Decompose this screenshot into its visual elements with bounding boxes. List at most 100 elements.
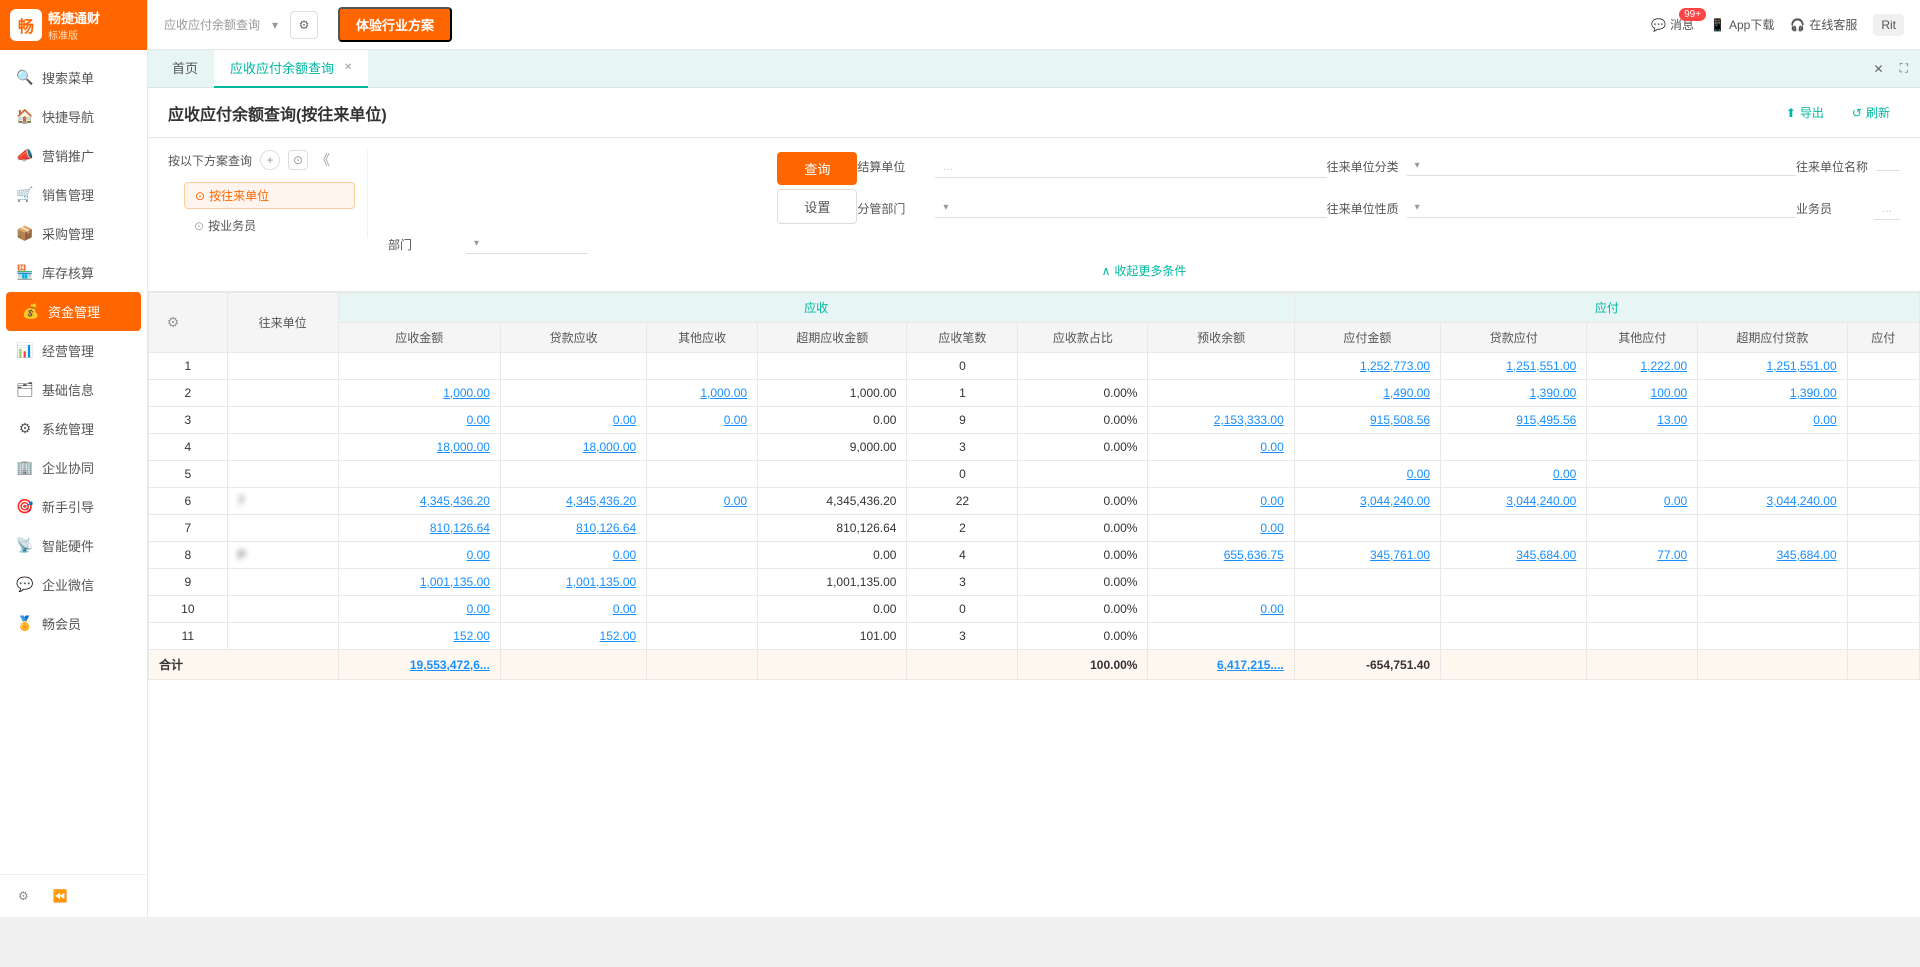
row-data-cell[interactable]: 1,390.00 bbox=[1698, 380, 1847, 407]
row-data-cell[interactable] bbox=[1441, 596, 1587, 623]
row-data-cell[interactable] bbox=[1441, 569, 1587, 596]
row-data-cell[interactable]: 152.00 bbox=[500, 623, 646, 650]
row-data-cell[interactable] bbox=[500, 461, 646, 488]
row-data-cell[interactable]: 1,251,551.00 bbox=[1441, 353, 1587, 380]
tab-balance-query[interactable]: 应收应付余额查询 ✕ bbox=[214, 50, 368, 88]
user-menu-btn[interactable]: Rit bbox=[1873, 14, 1904, 36]
sidebar-item-capital[interactable]: 💰 资金管理 bbox=[6, 292, 141, 331]
settlement-unit-input[interactable]: ... bbox=[935, 155, 1326, 178]
row-data-cell[interactable]: 1,222.00 bbox=[1587, 353, 1698, 380]
row-data-cell[interactable] bbox=[647, 596, 758, 623]
dept2-input[interactable]: ▾ bbox=[466, 234, 588, 254]
row-data-cell[interactable]: 0.00 bbox=[1698, 407, 1847, 434]
row-data-cell[interactable]: 345,684.00 bbox=[1441, 542, 1587, 569]
row-data-cell[interactable] bbox=[647, 623, 758, 650]
export-btn[interactable]: ⬆ 导出 bbox=[1776, 100, 1834, 125]
row-data-cell[interactable]: 915,508.56 bbox=[1294, 407, 1440, 434]
messages-btn[interactable]: 💬 消息 99+ bbox=[1651, 16, 1694, 33]
sidebar-item-sales[interactable]: 🛒 销售管理 bbox=[0, 175, 147, 214]
sidebar-item-enterprise[interactable]: 🏢 企业协同 bbox=[0, 448, 147, 487]
footer-prepay-balance[interactable]: 6,417,215.... bbox=[1148, 650, 1294, 680]
row-data-cell[interactable] bbox=[338, 353, 500, 380]
header-gear-btn[interactable]: ⚙ bbox=[290, 11, 318, 39]
salesman-input[interactable]: ... bbox=[1874, 197, 1900, 220]
sidebar-item-operation[interactable]: 📊 经营管理 bbox=[0, 331, 147, 370]
row-data-cell[interactable] bbox=[647, 461, 758, 488]
row-data-cell[interactable]: 1,000.00 bbox=[647, 380, 758, 407]
row-data-cell[interactable]: 0.00 bbox=[1148, 488, 1294, 515]
filter-setting-btn[interactable]: ⊙ bbox=[288, 150, 308, 170]
row-data-cell[interactable] bbox=[1698, 515, 1847, 542]
row-data-cell[interactable]: 3,044,240.00 bbox=[1441, 488, 1587, 515]
row-data-cell[interactable] bbox=[1294, 569, 1440, 596]
row-data-cell[interactable]: 0.00 bbox=[1148, 515, 1294, 542]
row-data-cell[interactable]: 4,345,436.20 bbox=[338, 488, 500, 515]
row-data-cell[interactable] bbox=[1587, 461, 1698, 488]
row-data-cell[interactable]: 0.00 bbox=[338, 407, 500, 434]
dept-input[interactable]: ▾ bbox=[935, 198, 1326, 218]
row-data-cell[interactable]: 1,252,773.00 bbox=[1294, 353, 1440, 380]
sidebar-item-wechat[interactable]: 💬 企业微信 bbox=[0, 565, 147, 604]
tab-home[interactable]: 首页 bbox=[156, 50, 214, 88]
row-data-cell[interactable]: 345,684.00 bbox=[1698, 542, 1847, 569]
row-data-cell[interactable] bbox=[1698, 596, 1847, 623]
row-data-cell[interactable] bbox=[1148, 623, 1294, 650]
promo-button[interactable]: 体验行业方案 bbox=[338, 7, 452, 42]
sidebar-collapse-btn[interactable]: ⏪ bbox=[45, 885, 76, 907]
row-data-cell[interactable]: 655,636.75 bbox=[1148, 542, 1294, 569]
sidebar-item-hardware[interactable]: 📡 智能硬件 bbox=[0, 526, 147, 565]
sidebar-item-purchase[interactable]: 📦 采购管理 bbox=[0, 214, 147, 253]
row-data-cell[interactable]: 915,495.56 bbox=[1441, 407, 1587, 434]
row-data-cell[interactable] bbox=[1294, 515, 1440, 542]
sidebar-item-inventory[interactable]: 🏪 库存核算 bbox=[0, 253, 147, 292]
row-data-cell[interactable] bbox=[1148, 353, 1294, 380]
row-data-cell[interactable] bbox=[1698, 623, 1847, 650]
row-data-cell[interactable] bbox=[1587, 515, 1698, 542]
row-data-cell[interactable]: 13.00 bbox=[1587, 407, 1698, 434]
filter-more-conditions[interactable]: ∧ 收起更多条件 bbox=[388, 254, 1900, 279]
unit-name-input[interactable] bbox=[1876, 162, 1900, 171]
row-data-cell[interactable] bbox=[647, 515, 758, 542]
row-data-cell[interactable] bbox=[1587, 596, 1698, 623]
row-data-cell[interactable] bbox=[338, 461, 500, 488]
sidebar-item-guide[interactable]: 🎯 新手引导 bbox=[0, 487, 147, 526]
row-data-cell[interactable]: 1,000.00 bbox=[338, 380, 500, 407]
row-data-cell[interactable]: 1,001,135.00 bbox=[338, 569, 500, 596]
row-data-cell[interactable]: 152.00 bbox=[338, 623, 500, 650]
row-data-cell[interactable] bbox=[1441, 623, 1587, 650]
expand-tab-btn[interactable]: ⛶ bbox=[1896, 57, 1912, 80]
row-data-cell[interactable]: 0.00 bbox=[338, 596, 500, 623]
row-data-cell[interactable]: 3,044,240.00 bbox=[1294, 488, 1440, 515]
filter-scheme-unit[interactable]: ⊙ 按往来单位 bbox=[184, 182, 355, 209]
row-data-cell[interactable]: 0.00 bbox=[1148, 434, 1294, 461]
row-data-cell[interactable] bbox=[647, 434, 758, 461]
row-data-cell[interactable] bbox=[1698, 461, 1847, 488]
row-data-cell[interactable]: 0.00 bbox=[647, 407, 758, 434]
row-data-cell[interactable] bbox=[1441, 434, 1587, 461]
row-data-cell[interactable] bbox=[1148, 461, 1294, 488]
row-data-cell[interactable]: 77.00 bbox=[1587, 542, 1698, 569]
app-download-btn[interactable]: 📱 App下载 bbox=[1710, 16, 1774, 33]
row-data-cell[interactable]: 0.00 bbox=[338, 542, 500, 569]
row-data-cell[interactable]: 0.00 bbox=[500, 596, 646, 623]
row-data-cell[interactable]: 1,251,551.00 bbox=[1698, 353, 1847, 380]
breadcrumb-dropdown-btn[interactable]: ▾ bbox=[272, 18, 278, 32]
row-data-cell[interactable] bbox=[1294, 623, 1440, 650]
settings-button[interactable]: 设置 bbox=[777, 189, 857, 224]
row-data-cell[interactable]: 18,000.00 bbox=[500, 434, 646, 461]
sidebar-item-system[interactable]: ⚙ 系统管理 bbox=[0, 409, 147, 448]
sidebar-item-basic-info[interactable]: 🗂 基础信息 bbox=[0, 370, 147, 409]
row-data-cell[interactable]: 18,000.00 bbox=[338, 434, 500, 461]
row-data-cell[interactable]: 2,153,333.00 bbox=[1148, 407, 1294, 434]
sidebar-item-marketing[interactable]: 📣 营销推广 bbox=[0, 136, 147, 175]
row-data-cell[interactable] bbox=[500, 380, 646, 407]
row-data-cell[interactable] bbox=[647, 569, 758, 596]
row-data-cell[interactable]: 810,126.64 bbox=[500, 515, 646, 542]
sidebar-item-search-menu[interactable]: 🔍 搜索菜单 bbox=[0, 58, 147, 97]
sidebar-item-member[interactable]: 🏅 畅会员 bbox=[0, 604, 147, 643]
row-data-cell[interactable] bbox=[1441, 515, 1587, 542]
query-button[interactable]: 查询 bbox=[777, 152, 857, 185]
row-data-cell[interactable]: 345,761.00 bbox=[1294, 542, 1440, 569]
row-data-cell[interactable] bbox=[500, 353, 646, 380]
row-data-cell[interactable]: 0.00 bbox=[1294, 461, 1440, 488]
